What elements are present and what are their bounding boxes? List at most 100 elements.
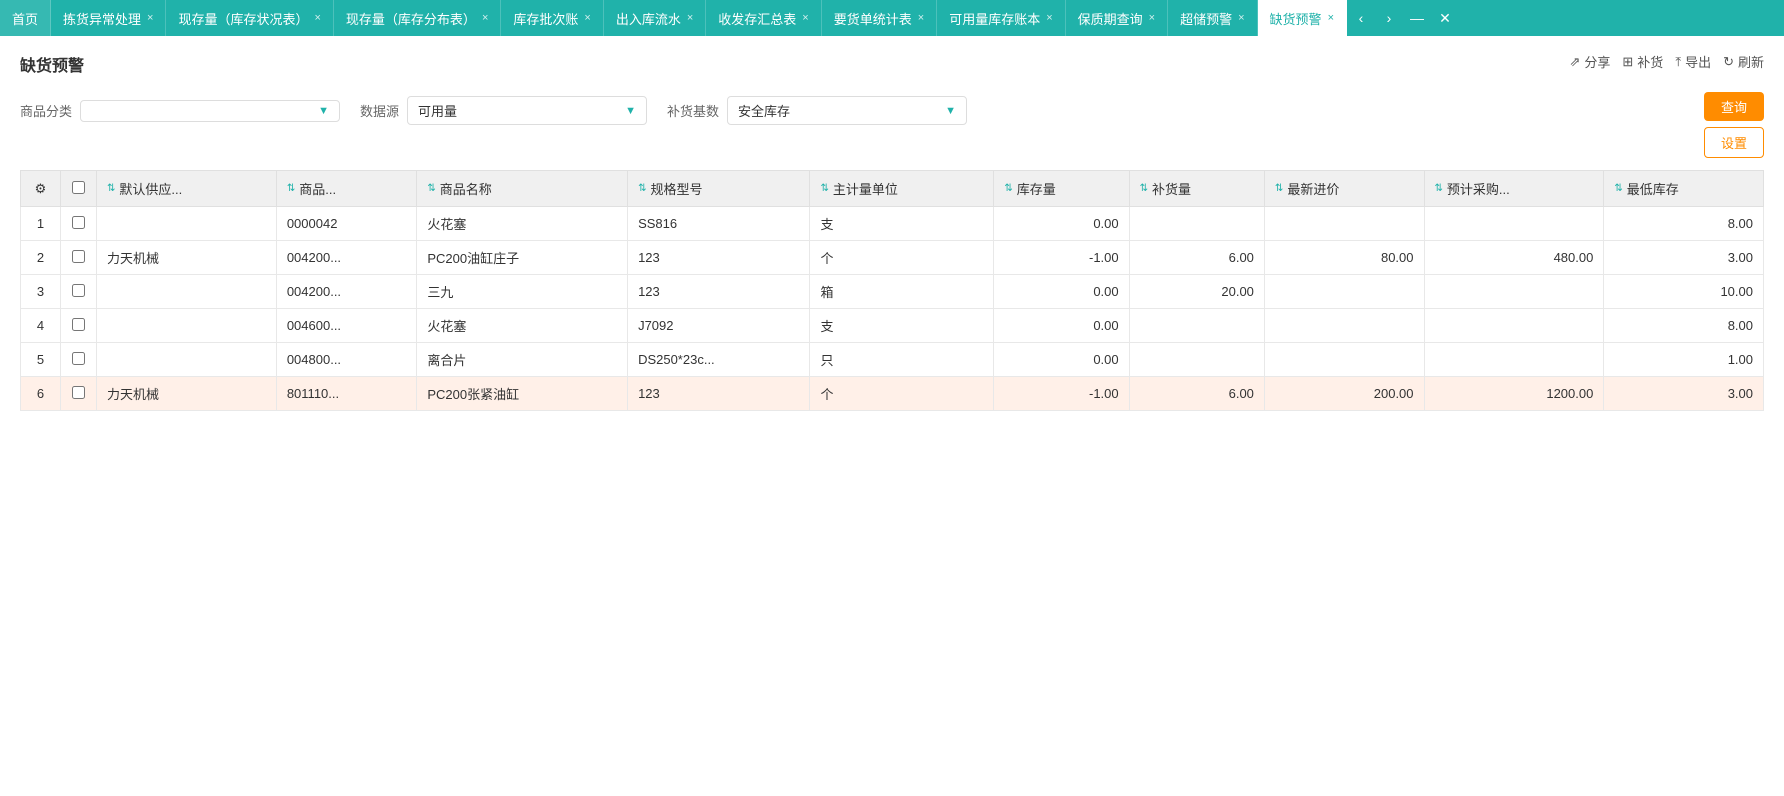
tab-inventory-dist[interactable]: 现存量（库存分布表） × xyxy=(334,0,501,36)
th-unit[interactable]: ⇅ 主计量单位 xyxy=(810,171,994,207)
row-min-stock: 8.00 xyxy=(1604,309,1764,343)
row-unit: 个 xyxy=(810,377,994,411)
row-checkbox[interactable] xyxy=(72,250,85,263)
tab-shortage-close[interactable]: × xyxy=(1328,12,1334,24)
tab-in-out-flow-close[interactable]: × xyxy=(687,12,693,24)
tab-bar: 首页 拣货异常处理 × 现存量（库存状况表） × 现存量（库存分布表） × 库存… xyxy=(0,0,1784,36)
datasource-select[interactable]: 可用量 ▼ xyxy=(407,96,647,125)
category-select[interactable]: ▼ xyxy=(80,100,340,122)
tab-batch-account[interactable]: 库存批次账 × xyxy=(501,0,603,36)
row-checkbox[interactable] xyxy=(72,216,85,229)
category-label: 商品分类 xyxy=(20,101,72,120)
row-checkbox[interactable] xyxy=(72,352,85,365)
tab-expiry-query-close[interactable]: × xyxy=(1149,12,1155,24)
tab-exception-label: 拣货异常处理 xyxy=(63,9,141,28)
select-all-checkbox[interactable] xyxy=(72,181,85,194)
tab-prev-btn[interactable]: ‹ xyxy=(1347,0,1375,36)
tab-avail-ledger[interactable]: 可用量库存账本 × xyxy=(937,0,1065,36)
replenish-base-arrow-icon: ▼ xyxy=(945,105,956,117)
tab-inventory-status[interactable]: 现存量（库存状况表） × xyxy=(166,0,333,36)
row-unit: 支 xyxy=(810,309,994,343)
settings-button[interactable]: 设置 xyxy=(1704,127,1764,158)
tab-inventory-status-label: 现存量（库存状况表） xyxy=(178,9,308,28)
table-row: 1 0000042 火花塞 SS816 支 0.00 8.00 xyxy=(21,207,1764,241)
sort-min-stock-icon: ⇅ xyxy=(1614,183,1622,194)
tab-expiry-query[interactable]: 保质期查询 × xyxy=(1066,0,1168,36)
th-gear[interactable]: ⚙ xyxy=(21,171,61,207)
share-label: 分享 xyxy=(1584,52,1610,71)
replenish-button[interactable]: ⊞ 补货 xyxy=(1622,52,1663,71)
tab-inventory-dist-label: 现存量（库存分布表） xyxy=(346,9,476,28)
tab-in-out-flow[interactable]: 出入库流水 × xyxy=(604,0,706,36)
tab-close-btn[interactable]: ✕ xyxy=(1431,0,1459,36)
filter-action-buttons: 查询 设置 xyxy=(1704,92,1764,158)
tab-expiry-query-label: 保质期查询 xyxy=(1078,9,1143,28)
row-latest-price xyxy=(1264,309,1424,343)
row-checkbox[interactable] xyxy=(72,284,85,297)
row-latest-price xyxy=(1264,207,1424,241)
row-checkbox[interactable] xyxy=(72,318,85,331)
row-est-purchase xyxy=(1424,275,1604,309)
sort-code-icon: ⇅ xyxy=(287,183,295,194)
tab-exception-close[interactable]: × xyxy=(147,12,153,24)
th-code[interactable]: ⇅ 商品... xyxy=(276,171,417,207)
row-replenish xyxy=(1129,207,1264,241)
tab-min-btn[interactable]: — xyxy=(1403,0,1431,36)
share-button[interactable]: ⇗ 分享 xyxy=(1569,52,1610,71)
table-row: 3 004200... 三九 123 箱 0.00 20.00 10.00 xyxy=(21,275,1764,309)
tab-order-stats[interactable]: 要货单统计表 × xyxy=(822,0,937,36)
th-supplier[interactable]: ⇅ 默认供应... xyxy=(97,171,277,207)
row-spec: 123 xyxy=(628,241,810,275)
row-supplier: 力天机械 xyxy=(97,377,277,411)
tab-collect-summary-label: 收发存汇总表 xyxy=(718,9,796,28)
tab-overstock-close[interactable]: × xyxy=(1238,12,1244,24)
row-unit: 个 xyxy=(810,241,994,275)
tab-collect-summary[interactable]: 收发存汇总表 × xyxy=(706,0,821,36)
data-table: ⚙ ⇅ 默认供应... ⇅ 商品... xyxy=(20,170,1764,411)
tab-batch-account-label: 库存批次账 xyxy=(513,9,578,28)
row-checkbox-cell xyxy=(61,275,97,309)
tab-overstock[interactable]: 超储预警 × xyxy=(1168,0,1257,36)
th-stock[interactable]: ⇅ 库存量 xyxy=(994,171,1129,207)
replenish-base-label: 补货基数 xyxy=(667,101,719,120)
th-est-purchase[interactable]: ⇅ 预计采购... xyxy=(1424,171,1604,207)
th-latest-price[interactable]: ⇅ 最新进价 xyxy=(1264,171,1424,207)
refresh-button[interactable]: ↻ 刷新 xyxy=(1723,52,1764,71)
tab-inventory-dist-close[interactable]: × xyxy=(482,12,488,24)
tab-order-stats-close[interactable]: × xyxy=(918,12,924,24)
th-spec[interactable]: ⇅ 规格型号 xyxy=(628,171,810,207)
th-replenish[interactable]: ⇅ 补货量 xyxy=(1129,171,1264,207)
row-stock: 0.00 xyxy=(994,343,1129,377)
tab-exception[interactable]: 拣货异常处理 × xyxy=(51,0,166,36)
th-min-stock[interactable]: ⇅ 最低库存 xyxy=(1604,171,1764,207)
export-button[interactable]: ⤒ 导出 xyxy=(1675,52,1711,71)
replenish-base-select[interactable]: 安全库存 ▼ xyxy=(727,96,967,125)
refresh-icon: ↻ xyxy=(1723,54,1734,70)
row-code: 004800... xyxy=(276,343,417,377)
row-checkbox[interactable] xyxy=(72,386,85,399)
row-checkbox-cell xyxy=(61,377,97,411)
tab-collect-summary-close[interactable]: × xyxy=(802,12,808,24)
row-code: 004200... xyxy=(276,241,417,275)
row-supplier: 力天机械 xyxy=(97,241,277,275)
tab-batch-account-close[interactable]: × xyxy=(584,12,590,24)
query-button[interactable]: 查询 xyxy=(1704,92,1764,121)
th-name[interactable]: ⇅ 商品名称 xyxy=(417,171,628,207)
share-icon: ⇗ xyxy=(1569,54,1580,70)
tab-next-btn[interactable]: › xyxy=(1375,0,1403,36)
tab-overstock-label: 超储预警 xyxy=(1180,9,1232,28)
tab-avail-ledger-close[interactable]: × xyxy=(1046,12,1052,24)
row-index: 5 xyxy=(21,343,61,377)
tab-inventory-status-close[interactable]: × xyxy=(314,12,320,24)
tab-order-stats-label: 要货单统计表 xyxy=(834,9,912,28)
tab-home[interactable]: 首页 xyxy=(0,0,51,36)
row-latest-price: 200.00 xyxy=(1264,377,1424,411)
tab-in-out-flow-label: 出入库流水 xyxy=(616,9,681,28)
sort-est-purchase-icon: ⇅ xyxy=(1435,183,1443,194)
row-latest-price xyxy=(1264,275,1424,309)
row-supplier xyxy=(97,309,277,343)
tab-shortage[interactable]: 缺货预警 × xyxy=(1258,0,1347,36)
tab-home-label: 首页 xyxy=(12,9,38,28)
table-row: 5 004800... 离合片 DS250*23c... 只 0.00 1.00 xyxy=(21,343,1764,377)
row-min-stock: 1.00 xyxy=(1604,343,1764,377)
